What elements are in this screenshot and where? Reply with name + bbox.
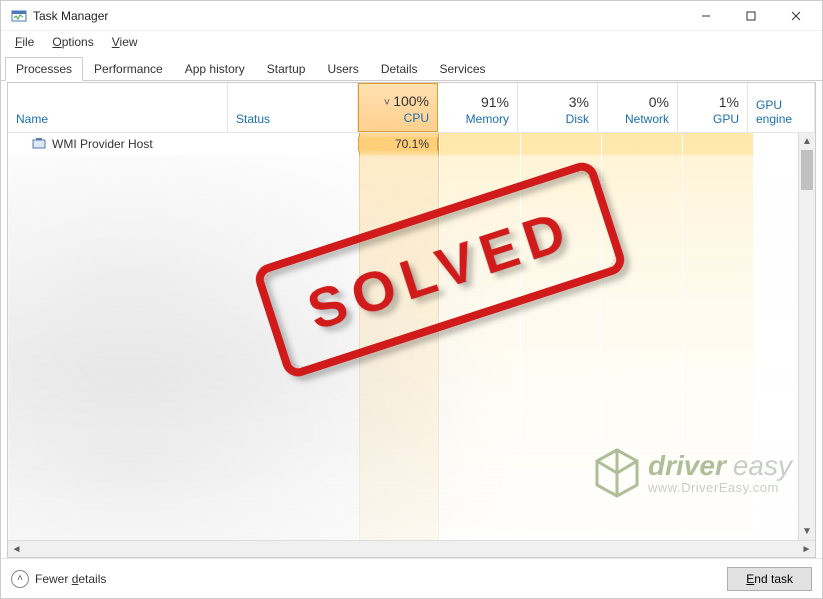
col-gpu-engine[interactable]: GPU engine [748,83,815,132]
minimize-button[interactable] [683,1,728,30]
col-disk[interactable]: 3% Disk [518,83,598,132]
tab-app-history[interactable]: App history [174,57,256,80]
menu-options[interactable]: OptionsOptions [44,33,101,51]
horizontal-scrollbar[interactable]: ◄ ► [8,540,815,557]
col-network[interactable]: 0% Network [598,83,678,132]
tab-processes[interactable]: Processes [5,57,83,81]
table-row[interactable]: WMI Provider Host 70.1% [8,133,815,155]
process-list-panel: Name Status 100% CPU 91% Memory 3% Disk … [7,82,816,558]
tab-users[interactable]: Users [316,57,369,80]
menu-view[interactable]: ViewView [104,33,146,51]
col-gpu[interactable]: 1% GPU [678,83,748,132]
blurred-rows [8,155,815,557]
maximize-button[interactable] [728,1,773,30]
vertical-scrollbar[interactable]: ▲ ▼ [798,133,815,540]
scroll-down-icon[interactable]: ▼ [799,523,815,540]
task-manager-icon [11,8,27,24]
window-title: Task Manager [33,9,683,23]
col-name[interactable]: Name [8,83,228,132]
cell-cpu: 70.1% [358,137,438,151]
titlebar: Task Manager [1,1,822,31]
menu-file[interactable]: FFileile [7,33,42,51]
window-controls [683,1,818,30]
tab-strip: Processes Performance App history Startu… [1,55,822,81]
tab-services[interactable]: Services [429,57,497,80]
col-memory[interactable]: 91% Memory [438,83,518,132]
bottom-bar: ˄ Fewer detailsFewer details End taskEnd… [1,558,822,598]
cell-name: WMI Provider Host [8,137,228,151]
close-button[interactable] [773,1,818,30]
menubar: FFileile OptionsOptions ViewView [1,31,822,53]
column-headers: Name Status 100% CPU 91% Memory 3% Disk … [8,83,815,133]
fewer-details-button[interactable]: ˄ Fewer detailsFewer details [11,570,106,588]
process-name: WMI Provider Host [52,137,153,151]
tab-details[interactable]: Details [370,57,429,80]
col-status[interactable]: Status [228,83,358,132]
end-task-button[interactable]: End taskEnd task [727,567,812,591]
process-icon [32,137,46,151]
tab-performance[interactable]: Performance [83,57,174,80]
scroll-right-icon[interactable]: ► [798,544,815,555]
scroll-thumb[interactable] [801,150,813,190]
chevron-up-collapse-icon: ˄ [11,570,29,588]
process-list-body: WMI Provider Host 70.1% ▲ ▼ [8,133,815,557]
col-cpu[interactable]: 100% CPU [358,83,438,132]
tab-startup[interactable]: Startup [256,57,317,80]
scroll-left-icon[interactable]: ◄ [8,544,25,555]
